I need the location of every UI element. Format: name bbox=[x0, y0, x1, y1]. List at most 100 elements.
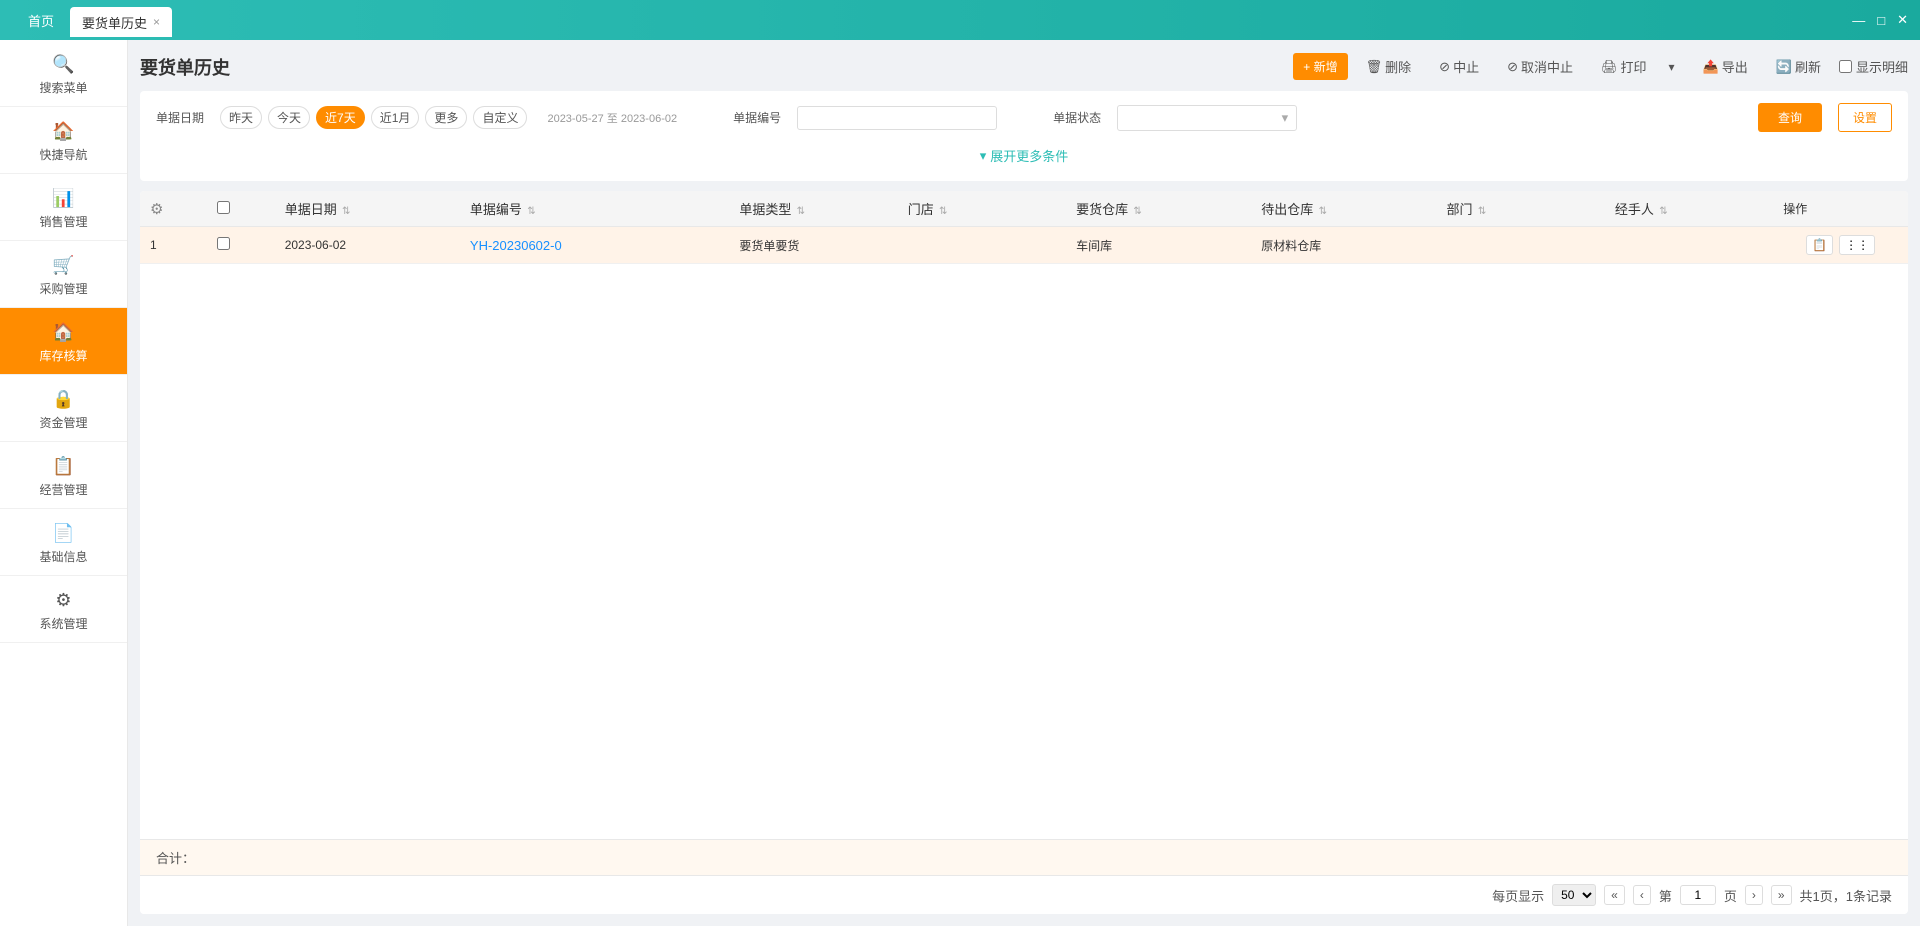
doc-status-select[interactable]: ▾ bbox=[1117, 105, 1297, 131]
new-button[interactable]: + 新增 bbox=[1293, 53, 1347, 80]
export-button[interactable]: 📤 导出 bbox=[1693, 52, 1758, 81]
col-pending-wh-label: 待出仓库 bbox=[1261, 202, 1313, 217]
row-op-more-icon[interactable]: ⋮⋮ bbox=[1839, 235, 1875, 255]
settings-button[interactable]: 设置 bbox=[1838, 103, 1892, 132]
sidebar-label-purchase: 采购管理 bbox=[39, 280, 87, 297]
col-doc-no: 单据编号 ⇅ bbox=[460, 191, 729, 227]
delete-button[interactable]: 🗑 删除 bbox=[1356, 52, 1422, 81]
col-store-label: 门店 bbox=[908, 202, 934, 217]
date-btn-1month[interactable]: 近1月 bbox=[371, 106, 420, 129]
expand-more-label: 展开更多条件 bbox=[990, 146, 1068, 165]
doc-no-input[interactable] bbox=[797, 106, 997, 130]
col-pending-wh: 待出仓库 ⇅ bbox=[1251, 191, 1436, 227]
window-maximize-icon[interactable]: □ bbox=[1877, 13, 1885, 28]
select-all-checkbox[interactable] bbox=[217, 201, 230, 214]
col-checkbox bbox=[207, 191, 274, 227]
system-icon: ⚙ bbox=[55, 590, 71, 611]
row-store bbox=[898, 227, 1066, 264]
date-btn-custom[interactable]: 自定义 bbox=[473, 106, 527, 129]
sidebar-label-inventory: 库存核算 bbox=[39, 347, 87, 364]
sort-dept-icon[interactable]: ⇅ bbox=[1478, 206, 1486, 217]
page-prev-button[interactable]: ‹ bbox=[1633, 885, 1651, 905]
col-doc-date-label: 单据日期 bbox=[285, 202, 337, 217]
col-doc-type-label: 单据类型 bbox=[739, 202, 791, 217]
row-op: 📋 ⋮⋮ bbox=[1773, 227, 1908, 264]
date-btn-7days[interactable]: 近7天 bbox=[316, 106, 365, 129]
print-dropdown-arrow[interactable]: ▾ bbox=[1659, 55, 1685, 79]
sidebar-item-search-menu[interactable]: 🔍 搜索菜单 bbox=[0, 40, 127, 107]
page-header: 要货单历史 + 新增 🗑 删除 ⊘ 中止 ⊘ 取消中止 🖨 bbox=[140, 52, 1908, 81]
search-menu-icon: 🔍 bbox=[52, 54, 74, 75]
sort-store-icon[interactable]: ⇅ bbox=[939, 206, 947, 217]
table-empty-space bbox=[140, 264, 1908, 839]
tab-close-icon[interactable]: × bbox=[153, 15, 160, 29]
stop-icon: ⊘ bbox=[1439, 59, 1450, 75]
window-minimize-icon[interactable]: — bbox=[1852, 13, 1865, 28]
row-select-checkbox[interactable] bbox=[217, 237, 230, 250]
basic-info-icon: 📄 bbox=[52, 523, 74, 544]
cancel-stop-button[interactable]: ⊘ 取消中止 bbox=[1497, 52, 1583, 81]
sidebar: 🔍 搜索菜单 🏠 快捷导航 📊 销售管理 🛒 采购管理 🏠 库存核算 🔒 资金管… bbox=[0, 40, 128, 926]
row-op-view-icon[interactable]: 📋 bbox=[1806, 235, 1833, 255]
sort-handler-icon[interactable]: ⇅ bbox=[1659, 206, 1667, 217]
per-page-label: 每页显示 bbox=[1492, 886, 1544, 905]
top-bar: 首页 要货单历史 × — □ ✕ bbox=[0, 0, 1920, 40]
sidebar-item-inventory[interactable]: 🏠 库存核算 bbox=[0, 308, 127, 375]
display-detail-checkbox[interactable] bbox=[1839, 60, 1852, 73]
sidebar-item-sales[interactable]: 📊 销售管理 bbox=[0, 174, 127, 241]
sidebar-item-finance[interactable]: 🔒 资金管理 bbox=[0, 375, 127, 442]
col-doc-type: 单据类型 ⇅ bbox=[729, 191, 897, 227]
stop-button[interactable]: ⊘ 中止 bbox=[1429, 52, 1489, 81]
sidebar-item-purchase[interactable]: 🛒 采购管理 bbox=[0, 241, 127, 308]
query-button[interactable]: 查询 bbox=[1758, 103, 1822, 132]
doc-no-link[interactable]: YH-20230602-0 bbox=[470, 238, 562, 253]
date-btn-today[interactable]: 今天 bbox=[268, 106, 310, 129]
print-icon: 🖨 bbox=[1601, 59, 1618, 75]
col-doc-no-label: 单据编号 bbox=[470, 202, 522, 217]
sales-icon: 📊 bbox=[52, 188, 74, 209]
sort-doc-date-icon[interactable]: ⇅ bbox=[342, 206, 350, 217]
sidebar-label-operations: 经营管理 bbox=[39, 481, 87, 498]
display-detail-toggle[interactable]: 显示明细 bbox=[1839, 57, 1908, 76]
top-bar-right: — □ ✕ bbox=[1852, 12, 1908, 28]
sidebar-label-system: 系统管理 bbox=[39, 615, 87, 632]
tab-home[interactable]: 首页 bbox=[12, 0, 70, 40]
sort-doc-no-icon[interactable]: ⇅ bbox=[527, 206, 535, 217]
window-close-icon[interactable]: ✕ bbox=[1897, 12, 1908, 28]
sidebar-item-operations[interactable]: 📋 经营管理 bbox=[0, 442, 127, 509]
sidebar-item-system[interactable]: ⚙ 系统管理 bbox=[0, 576, 127, 643]
cancel-stop-icon: ⊘ bbox=[1507, 59, 1518, 75]
col-settings[interactable]: ⚙ bbox=[140, 191, 207, 227]
row-doc-no: YH-20230602-0 bbox=[460, 227, 729, 264]
page-input[interactable] bbox=[1680, 885, 1716, 905]
sort-doc-type-icon[interactable]: ⇅ bbox=[797, 206, 805, 217]
per-page-select[interactable]: 50 bbox=[1552, 884, 1596, 906]
table-row: 1 2023-06-02 YH-20230602-0 要货单要货 车间库 原材料… bbox=[140, 227, 1908, 264]
filter-row-1: 单据日期 昨天 今天 近7天 近1月 更多 自定义 2023-05-27 至 2… bbox=[156, 103, 1892, 132]
row-dept bbox=[1437, 227, 1605, 264]
date-btn-yesterday[interactable]: 昨天 bbox=[220, 106, 262, 129]
page-last-button[interactable]: » bbox=[1771, 885, 1792, 905]
row-pending-wh: 原材料仓库 bbox=[1251, 227, 1436, 264]
filter-area: 单据日期 昨天 今天 近7天 近1月 更多 自定义 2023-05-27 至 2… bbox=[140, 91, 1908, 181]
pagination-bar: 每页显示 50 « ‹ 第 页 › » 共1页，1条记录 bbox=[140, 875, 1908, 914]
refresh-button[interactable]: 🔄 刷新 bbox=[1766, 52, 1831, 81]
col-dept: 部门 ⇅ bbox=[1437, 191, 1605, 227]
page-next-button[interactable]: › bbox=[1745, 885, 1763, 905]
dropdown-arrow-icon: ▾ bbox=[1282, 110, 1289, 126]
sort-pending-wh-icon[interactable]: ⇅ bbox=[1319, 206, 1327, 217]
sidebar-label-search-menu: 搜索菜单 bbox=[39, 79, 87, 96]
delete-icon: 🗑 bbox=[1366, 59, 1383, 75]
sidebar-item-quick-nav[interactable]: 🏠 快捷导航 bbox=[0, 107, 127, 174]
page-label-after: 页 bbox=[1724, 886, 1737, 905]
data-table: ⚙ 单据日期 ⇅ 单据编号 ⇅ bbox=[140, 191, 1908, 264]
sort-req-wh-icon[interactable]: ⇅ bbox=[1133, 206, 1141, 217]
page-first-button[interactable]: « bbox=[1604, 885, 1625, 905]
print-button[interactable]: 🖨 打印 bbox=[1591, 52, 1657, 81]
table-settings-icon[interactable]: ⚙ bbox=[150, 200, 163, 218]
date-btn-more[interactable]: 更多 bbox=[425, 106, 467, 129]
tab-active[interactable]: 要货单历史 × bbox=[70, 7, 172, 37]
expand-more-btn[interactable]: ▾ 展开更多条件 bbox=[156, 142, 1892, 169]
col-handler: 经手人 ⇅ bbox=[1605, 191, 1773, 227]
sidebar-item-basic-info[interactable]: 📄 基础信息 bbox=[0, 509, 127, 576]
